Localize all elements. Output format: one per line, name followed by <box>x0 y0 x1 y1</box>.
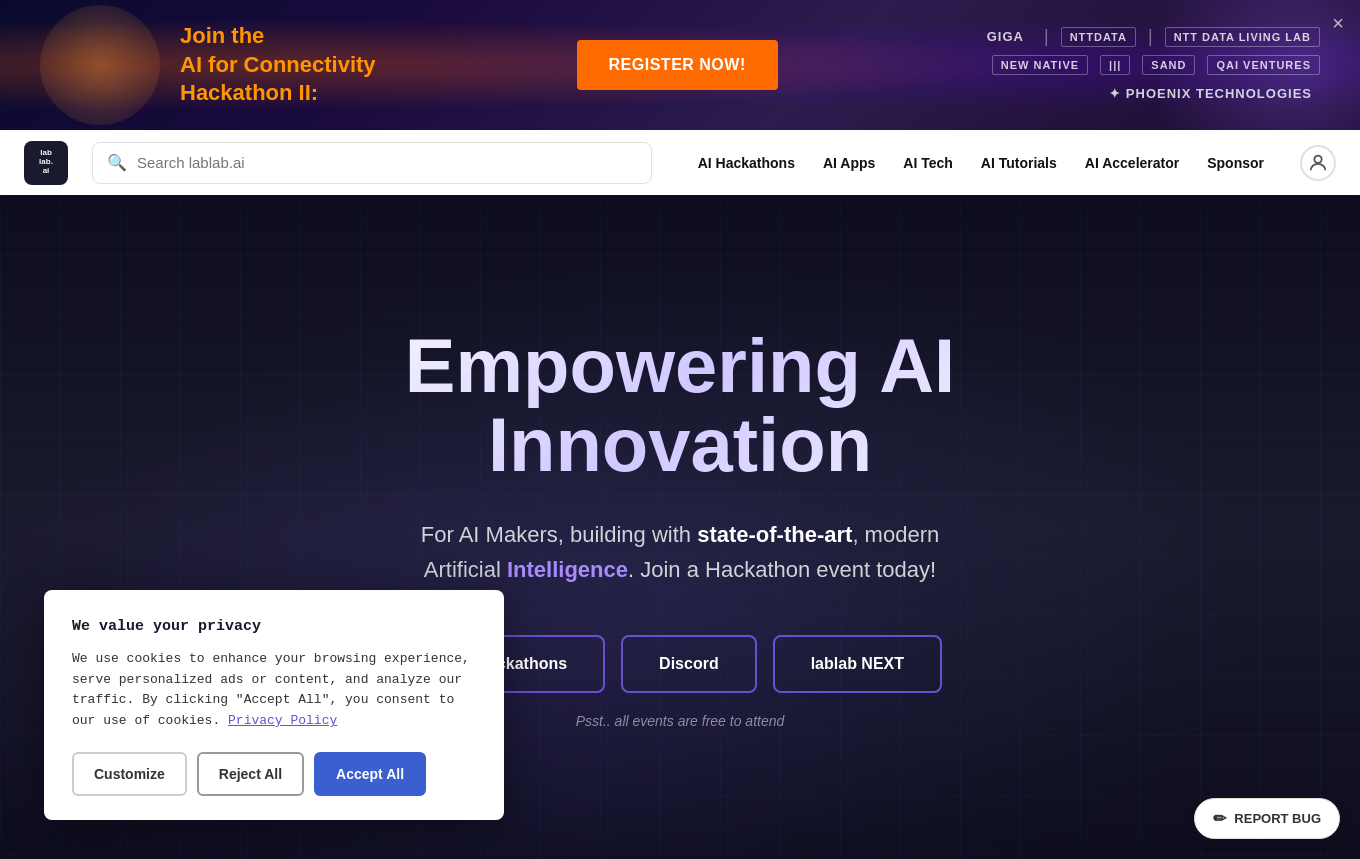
sponsor-qai: QAI ventures <box>1207 55 1320 75</box>
search-box[interactable]: 🔍 <box>92 142 652 184</box>
nav-link-ai-hackathons[interactable]: AI Hackathons <box>686 147 807 179</box>
nav-link-ai-apps[interactable]: AI Apps <box>811 147 887 179</box>
sponsor-nttliving: NTT DATA Living Lab <box>1165 27 1320 47</box>
sponsor-phoenix: ✦ PHOENIX TECHNOLOGIES <box>1101 83 1320 104</box>
hero-title: Empowering AI Innovation <box>270 326 1090 486</box>
accept-all-button[interactable]: Accept All <box>314 752 426 796</box>
nav-link-ai-accelerator[interactable]: AI Accelerator <box>1073 147 1191 179</box>
sponsor-row-2: new native ||| SaND QAI ventures <box>992 55 1320 75</box>
logo[interactable]: lablab.ai <box>24 141 68 185</box>
banner-close-button[interactable]: × <box>1332 12 1344 35</box>
report-bug-button[interactable]: ✏ REPORT BUG <box>1194 798 1340 839</box>
nav-link-ai-tech[interactable]: AI Tech <box>891 147 965 179</box>
lablab-next-button[interactable]: lablab NEXT <box>773 635 942 693</box>
svg-point-0 <box>1314 155 1321 162</box>
cookie-title: We value your privacy <box>72 618 476 635</box>
banner-sponsors: giga | NTTData | NTT DATA Living Lab new… <box>979 26 1320 104</box>
sponsor-nttdata: NTTData <box>1061 27 1136 47</box>
sponsor-giga: giga <box>979 26 1032 47</box>
hero-section: Empowering AI Innovation For AI Makers, … <box>0 195 1360 859</box>
nav-link-sponsor[interactable]: Sponsor <box>1195 147 1276 179</box>
cookie-buttons: Customize Reject All Accept All <box>72 752 476 796</box>
sponsor-empty1: ||| <box>1100 55 1130 75</box>
discord-button[interactable]: Discord <box>621 635 757 693</box>
main-navbar: lablab.ai 🔍 AI Hackathons AI Apps AI Tec… <box>0 130 1360 195</box>
register-now-button[interactable]: REGISTER NOW! <box>577 40 778 90</box>
bug-icon: ✏ <box>1213 809 1226 828</box>
reject-all-button[interactable]: Reject All <box>197 752 304 796</box>
banner-title: Join the AI for Connectivity Hackathon I… <box>180 22 376 108</box>
report-bug-label: REPORT BUG <box>1234 811 1321 826</box>
privacy-policy-link[interactable]: Privacy Policy <box>228 713 337 728</box>
banner-figure-left <box>40 5 160 125</box>
cookie-banner: We value your privacy We use cookies to … <box>44 590 504 820</box>
search-icon: 🔍 <box>107 153 127 172</box>
user-avatar[interactable] <box>1300 145 1336 181</box>
sponsor-newnative: new native <box>992 55 1088 75</box>
logo-box: lablab.ai <box>24 141 68 185</box>
cookie-body: We use cookies to enhance your browsing … <box>72 649 476 732</box>
sponsor-sand: SaND <box>1142 55 1195 75</box>
nav-links: AI Hackathons AI Apps AI Tech AI Tutoria… <box>686 147 1276 179</box>
customize-button[interactable]: Customize <box>72 752 187 796</box>
search-input[interactable] <box>137 154 637 171</box>
hero-subtitle: For AI Makers, building with state-of-th… <box>270 517 1090 587</box>
promo-banner: Join the AI for Connectivity Hackathon I… <box>0 0 1360 130</box>
nav-link-ai-tutorials[interactable]: AI Tutorials <box>969 147 1069 179</box>
banner-left-section: Join the AI for Connectivity Hackathon I… <box>40 5 376 125</box>
sponsor-row-1: giga | NTTData | NTT DATA Living Lab <box>979 26 1320 47</box>
sponsor-row-3: ✦ PHOENIX TECHNOLOGIES <box>1101 83 1320 104</box>
